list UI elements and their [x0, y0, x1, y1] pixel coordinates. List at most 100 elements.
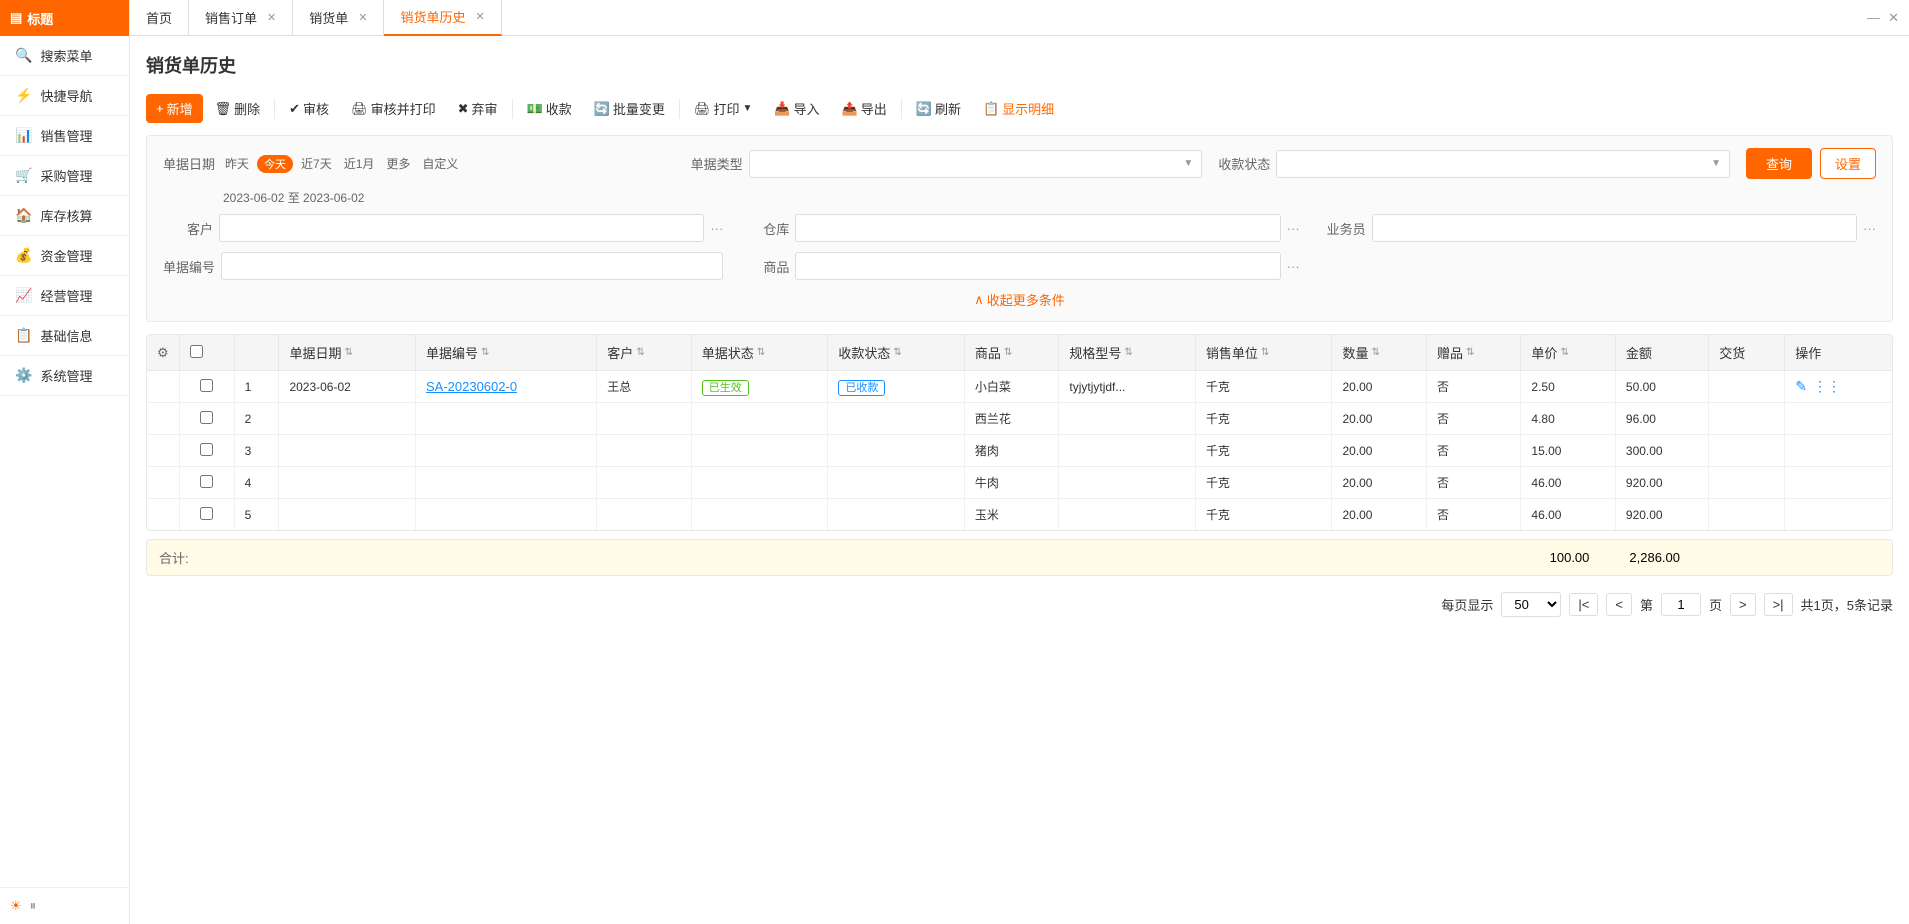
col-unit[interactable]: 销售单位 ⇅	[1195, 335, 1332, 371]
page-input[interactable]	[1661, 593, 1701, 616]
tab-sales-history[interactable]: 销货单历史 ✕	[384, 0, 501, 36]
sidebar-item-operations[interactable]: 📈 经营管理	[0, 276, 129, 316]
row-checkbox[interactable]	[200, 475, 213, 488]
col-doc-status[interactable]: 单据状态 ⇅	[691, 335, 828, 371]
window-minimize-icon[interactable]: —	[1867, 10, 1880, 25]
tab-sales-goods-close[interactable]: ✕	[358, 11, 367, 24]
sidebar-item-system[interactable]: ⚙️ 系统管理	[0, 356, 129, 396]
export-button[interactable]: 📤 导出	[832, 94, 897, 123]
date-option-custom[interactable]: 自定义	[418, 154, 462, 173]
setting-button[interactable]: 设置	[1820, 148, 1876, 179]
sidebar-item-finance[interactable]: 💰 资金管理	[0, 236, 129, 276]
cell-date	[279, 467, 416, 499]
cell-price: 2.50	[1521, 371, 1615, 403]
collapse-button[interactable]: ∧ 收起更多条件	[163, 290, 1876, 309]
cell-row-no: 3	[234, 435, 279, 467]
doc-no-link[interactable]: SA-20230602-0	[426, 379, 517, 394]
sidebar-item-search-menu[interactable]: 🔍 搜索菜单	[0, 36, 129, 76]
more-icon[interactable]: ⋮⋮	[1813, 378, 1841, 395]
sidebar-item-label: 基础信息	[40, 326, 92, 345]
col-date[interactable]: 单据日期 ⇅	[279, 335, 416, 371]
cell-unit: 千克	[1195, 467, 1332, 499]
page-container: 销货单历史 + 新增 🗑 删除 ✔ 审核 🖨 审核并打印 ✖ 弃审	[130, 36, 1909, 924]
tab-home-label: 首页	[146, 8, 172, 27]
col-qty[interactable]: 数量 ⇅	[1332, 335, 1426, 371]
tab-home[interactable]: 首页	[130, 0, 189, 36]
purchase-mgmt-icon: 🛒	[15, 167, 32, 184]
cell-price: 15.00	[1521, 435, 1615, 467]
warehouse-filter-input[interactable]	[795, 214, 1280, 242]
show-detail-button[interactable]: 📋 显示明细	[973, 94, 1064, 123]
date-option-7days[interactable]: 近7天	[297, 154, 336, 173]
import-button[interactable]: 📥 导入	[764, 94, 829, 123]
delete-button[interactable]: 🗑 删除	[205, 94, 271, 123]
last-page-button[interactable]: >|	[1764, 593, 1793, 616]
tab-sales-history-close[interactable]: ✕	[476, 10, 485, 23]
row-checkbox[interactable]	[200, 443, 213, 456]
warehouse-ellipsis[interactable]: ···	[1287, 221, 1300, 236]
sidebar-item-quick-nav[interactable]: ⚡ 快捷导航	[0, 76, 129, 116]
doc-no-filter-input[interactable]	[221, 252, 723, 280]
cell-action	[1785, 403, 1892, 435]
review-print-button[interactable]: 🖨 审核并打印	[341, 94, 446, 123]
batch-change-button[interactable]: 🔄 批量变更	[584, 94, 675, 123]
print-button[interactable]: 🖨 打印 ▼	[684, 94, 762, 123]
sidebar-bottom-icon1[interactable]: ☀	[10, 898, 22, 914]
abandon-button[interactable]: ✖ 弃审	[448, 94, 508, 123]
select-all-checkbox[interactable]	[190, 345, 203, 358]
row-checkbox[interactable]	[200, 507, 213, 520]
col-doc-no[interactable]: 单据编号 ⇅	[415, 335, 596, 371]
sidebar-item-basic-info[interactable]: 📋 基础信息	[0, 316, 129, 356]
prev-page-button[interactable]: <	[1606, 593, 1632, 616]
col-pay-status[interactable]: 收款状态 ⇅	[828, 335, 965, 371]
col-customer[interactable]: 客户 ⇅	[597, 335, 691, 371]
row-checkbox[interactable]	[200, 379, 213, 392]
add-button[interactable]: + 新增	[146, 94, 203, 123]
type-filter-select[interactable]: ▼	[749, 150, 1203, 178]
date-option-today[interactable]: 今天	[257, 155, 293, 173]
cell-price: 46.00	[1521, 499, 1615, 531]
cell-doc-no	[415, 435, 596, 467]
pay-status-filter-select[interactable]: ▼	[1276, 150, 1730, 178]
date-option-more[interactable]: 更多	[382, 154, 414, 173]
filter-item-salesman: 业务员 ···	[1316, 214, 1876, 242]
col-price-sort-icon: ⇅	[1560, 347, 1568, 358]
window-close-icon[interactable]: ✕	[1888, 10, 1899, 26]
edit-icon[interactable]: ✎	[1795, 378, 1807, 395]
date-option-1month[interactable]: 近1月	[340, 154, 379, 173]
tab-sales-order[interactable]: 销售订单 ✕	[189, 0, 293, 36]
col-gift-label: 赠品	[1437, 343, 1463, 362]
sidebar-item-sales-mgmt[interactable]: 📊 销售管理	[0, 116, 129, 156]
cell-doc-no	[415, 467, 596, 499]
next-page-button[interactable]: >	[1730, 593, 1756, 616]
filter-item-date: 单据日期 昨天 今天 近7天 近1月 更多 自定义	[163, 154, 675, 173]
review-button[interactable]: ✔ 审核	[279, 94, 339, 123]
cell-spec	[1059, 499, 1196, 531]
salesman-filter-input[interactable]	[1372, 214, 1857, 242]
sidebar-item-inventory[interactable]: 🏠 库存核算	[0, 196, 129, 236]
goods-filter-input[interactable]	[795, 252, 1280, 280]
col-spec[interactable]: 规格型号 ⇅	[1059, 335, 1196, 371]
salesman-ellipsis[interactable]: ···	[1863, 221, 1876, 236]
tab-sales-goods[interactable]: 销货单 ✕	[293, 0, 384, 36]
col-price[interactable]: 单价 ⇅	[1521, 335, 1615, 371]
query-button[interactable]: 查询	[1746, 148, 1812, 179]
col-gift[interactable]: 赠品 ⇅	[1426, 335, 1520, 371]
customer-ellipsis[interactable]: ···	[710, 221, 723, 236]
customer-filter-input[interactable]	[219, 214, 704, 242]
pay-status-filter-label: 收款状态	[1218, 154, 1270, 173]
goods-ellipsis[interactable]: ···	[1287, 259, 1300, 274]
tab-sales-order-close[interactable]: ✕	[267, 11, 276, 24]
row-checkbox[interactable]	[200, 411, 213, 424]
col-spec-label: 规格型号	[1069, 343, 1121, 362]
sidebar-item-purchase-mgmt[interactable]: 🛒 采购管理	[0, 156, 129, 196]
refresh-button[interactable]: 🔄 刷新	[906, 94, 971, 123]
sidebar-bottom-icon2[interactable]: ⏸	[30, 898, 37, 914]
page-size-select[interactable]: 50 100 200	[1501, 592, 1561, 617]
receive-button[interactable]: 💵 收款	[517, 94, 582, 123]
col-goods[interactable]: 商品 ⇅	[964, 335, 1058, 371]
first-page-button[interactable]: |<	[1569, 593, 1598, 616]
table-settings-icon[interactable]: ⚙	[157, 345, 169, 360]
date-option-yesterday[interactable]: 昨天	[221, 154, 253, 173]
col-doc-status-sort-icon: ⇅	[757, 347, 765, 358]
